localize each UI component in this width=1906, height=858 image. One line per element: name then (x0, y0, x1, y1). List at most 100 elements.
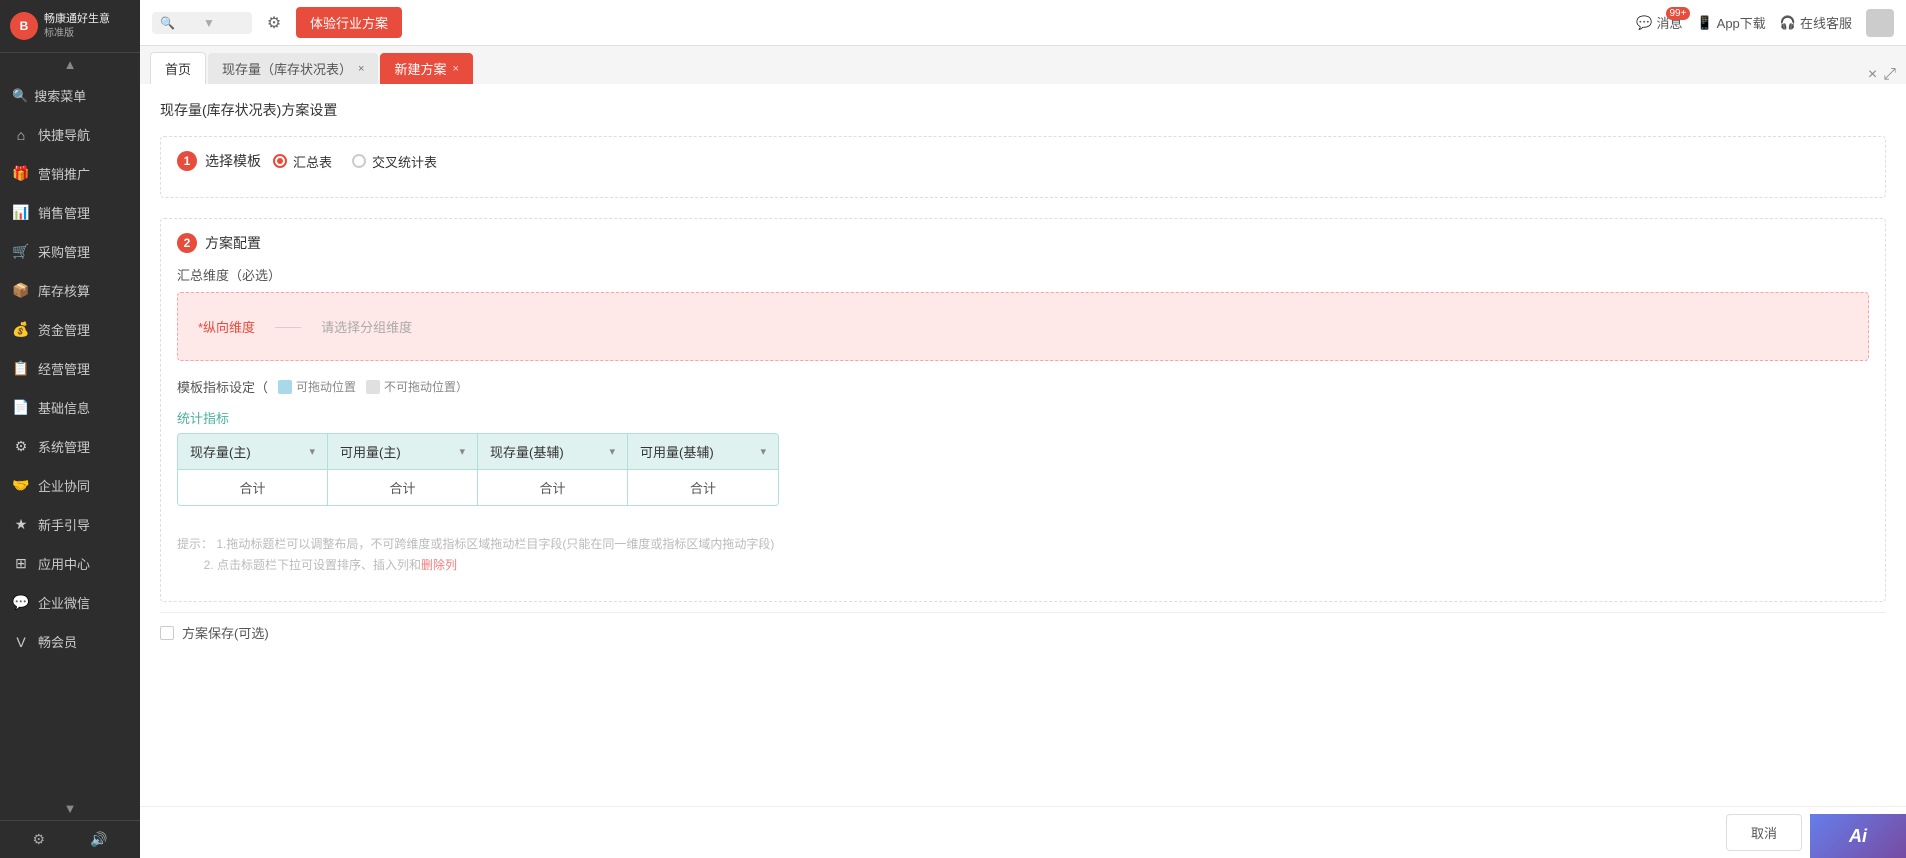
dropdown-icon: ▼ (203, 16, 215, 30)
trial-button[interactable]: 体验行业方案 (296, 7, 402, 38)
close-panel-icon[interactable]: × (1868, 66, 1877, 84)
stats-table-header: 现存量(主) ▾ 可用量(主) ▾ 现存量(基辅) ▾ 可用量(基辅) (178, 434, 778, 469)
vertical-dim-label: *纵向维度 (198, 317, 255, 336)
sidebar-item-app-center[interactable]: ⊞ 应用中心 (0, 544, 140, 583)
app-center-icon: ⊞ (12, 555, 30, 573)
online-service-label: 在线客服 (1800, 13, 1852, 32)
legend-non-draggable-box (366, 380, 380, 394)
speaker-icon[interactable]: 🔊 (90, 831, 107, 848)
section-template: 1 选择模板 汇总表 交叉统计表 (160, 136, 1886, 198)
marketing-icon: 🎁 (12, 165, 30, 183)
sidebar-item-app-center-label: 应用中心 (38, 554, 90, 573)
settings-bottom-icon[interactable]: ⚙ (33, 831, 46, 848)
cancel-button[interactable]: 取消 (1726, 814, 1802, 851)
sidebar-item-purchase-label: 采购管理 (38, 242, 90, 261)
sidebar-item-newbie[interactable]: ★ 新手引导 (0, 505, 140, 544)
tab-new-plan[interactable]: 新建方案 × (380, 53, 472, 84)
online-service-item[interactable]: 🎧 在线客服 (1780, 13, 1852, 32)
sidebar-item-basic-info[interactable]: 📄 基础信息 (0, 388, 140, 427)
stats-col-0[interactable]: 现存量(主) ▾ (178, 434, 328, 469)
sidebar-item-wechat-label: 企业微信 (38, 593, 90, 612)
app-download-item[interactable]: 📱 App下载 (1696, 13, 1765, 32)
app-download-label: App下载 (1717, 13, 1766, 32)
sidebar-item-quick-nav[interactable]: ⌂ 快捷导航 (0, 115, 140, 154)
operations-icon: 📋 (12, 360, 30, 378)
sidebar-scroll-down[interactable]: ▼ (0, 797, 140, 820)
sidebar-item-inventory[interactable]: 📦 库存核算 (0, 271, 140, 310)
topbar-search-box[interactable]: 🔍 ▼ (152, 12, 252, 34)
radio-summary[interactable]: 汇总表 (273, 152, 332, 171)
indicator-label-row: 模板指标设定（ 可拖动位置 不可拖动位置） (177, 377, 1869, 396)
sidebar-scroll-up[interactable]: ▲ (0, 53, 140, 76)
section1-header: 1 选择模板 汇总表 交叉统计表 (177, 151, 1869, 171)
section1-title: 选择模板 (205, 151, 261, 171)
sales-icon: 📊 (12, 204, 30, 222)
sidebar-item-operations-label: 经营管理 (38, 359, 90, 378)
sidebar-item-system[interactable]: ⚙ 系统管理 (0, 427, 140, 466)
radio-cross[interactable]: 交叉统计表 (352, 152, 437, 171)
sidebar-item-sales-label: 销售管理 (38, 203, 90, 222)
purchase-icon: 🛒 (12, 243, 30, 261)
sidebar: B 畅康通好生意 标准版 ▲ 🔍 搜索菜单 ⌂ 快捷导航 🎁 营销推广 📊 销售… (0, 0, 140, 858)
expand-panel-icon[interactable]: ⤢ (1883, 66, 1896, 84)
tab-panel-controls: × ⤢ (1868, 66, 1896, 84)
sidebar-item-marketing-label: 营销推广 (38, 164, 90, 183)
sidebar-item-vip[interactable]: V 畅会员 (0, 622, 140, 661)
sidebar-search-label: 搜索菜单 (34, 86, 86, 105)
sidebar-items: ⌂ 快捷导航 🎁 营销推广 📊 销售管理 🛒 采购管理 📦 库存核算 💰 资金管… (0, 115, 140, 797)
tip-line-0: 提示： 1.拖动标题栏可以调整布局，不可跨维度或指标区域拖动栏目字段(只能在同一… (177, 535, 1869, 552)
tip-delete-link[interactable]: 删除列 (421, 558, 457, 572)
save-checkbox[interactable] (160, 626, 174, 640)
dimension-area[interactable]: *纵向维度 —— 请选择分组维度 (177, 292, 1869, 361)
indicator-label-text: 模板指标设定（ (177, 377, 268, 396)
section2-title: 方案配置 (205, 233, 261, 253)
ai-badge[interactable]: Ai (1810, 814, 1906, 858)
sidebar-item-wechat[interactable]: 💬 企业微信 (0, 583, 140, 622)
stats-col-0-label: 现存量(主) (190, 442, 251, 461)
logo-text: 畅康通好生意 (44, 12, 110, 26)
dimension-placeholder: 请选择分组维度 (321, 317, 412, 336)
stats-col-1[interactable]: 可用量(主) ▾ (328, 434, 478, 469)
legend-non-draggable-label: 不可拖动位置） (384, 378, 468, 395)
sidebar-item-enterprise-label: 企业协同 (38, 476, 90, 495)
indicator-settings: 模板指标设定（ 可拖动位置 不可拖动位置） (177, 377, 1869, 396)
topbar-left: 🔍 ▼ ⚙ 体验行业方案 (152, 7, 1628, 38)
sidebar-search[interactable]: 🔍 搜索菜单 (0, 76, 140, 115)
sidebar-item-vip-label: 畅会员 (38, 632, 77, 651)
wechat-icon: 💬 (12, 594, 30, 612)
sidebar-item-purchase[interactable]: 🛒 采购管理 (0, 232, 140, 271)
stats-col-3[interactable]: 可用量(基辅) ▾ (628, 434, 778, 469)
stats-col-3-label: 可用量(基辅) (640, 442, 714, 461)
main-area: 🔍 ▼ ⚙ 体验行业方案 💬 消息 99+ 📱 App下载 🎧 在线客服 (140, 0, 1906, 858)
sidebar-item-sales[interactable]: 📊 销售管理 (0, 193, 140, 232)
save-option: 方案保存(可选) (160, 612, 1886, 652)
system-icon: ⚙ (12, 438, 30, 456)
enterprise-icon: 🤝 (12, 477, 30, 495)
stats-cell-0: 合计 (178, 470, 328, 505)
section2-header: 2 方案配置 (177, 233, 1869, 253)
sidebar-item-basic-info-label: 基础信息 (38, 398, 90, 417)
logo-sub: 标准版 (44, 27, 110, 40)
sidebar-item-finance[interactable]: 💰 资金管理 (0, 310, 140, 349)
message-item[interactable]: 💬 消息 99+ (1636, 13, 1682, 32)
tab-inventory-close-icon[interactable]: × (358, 63, 364, 75)
sidebar-item-marketing[interactable]: 🎁 营销推广 (0, 154, 140, 193)
legend-draggable-label: 可拖动位置 (296, 378, 356, 395)
user-avatar[interactable] (1866, 9, 1894, 37)
radio-summary-label: 汇总表 (293, 152, 332, 171)
sidebar-item-operations[interactable]: 📋 经营管理 (0, 349, 140, 388)
stats-cell-1: 合计 (328, 470, 478, 505)
sidebar-item-enterprise[interactable]: 🤝 企业协同 (0, 466, 140, 505)
tips-section: 提示： 1.拖动标题栏可以调整布局，不可跨维度或指标区域拖动栏目字段(只能在同一… (177, 525, 1869, 587)
stats-col-2-label: 现存量(基辅) (490, 442, 564, 461)
stats-col-2[interactable]: 现存量(基辅) ▾ (478, 434, 628, 469)
tab-home[interactable]: 首页 (150, 52, 206, 84)
tab-new-plan-close-icon[interactable]: × (452, 63, 458, 75)
tab-inventory-status[interactable]: 现存量（库存状况表） × (208, 53, 378, 84)
sidebar-item-finance-label: 资金管理 (38, 320, 90, 339)
sidebar-item-newbie-label: 新手引导 (38, 515, 90, 534)
dimension-field-label: 汇总维度（必选） (177, 265, 1869, 284)
inventory-icon: 📦 (12, 282, 30, 300)
chevron-2-icon: ▾ (609, 445, 615, 458)
topbar-settings-icon[interactable]: ⚙ (260, 9, 288, 37)
